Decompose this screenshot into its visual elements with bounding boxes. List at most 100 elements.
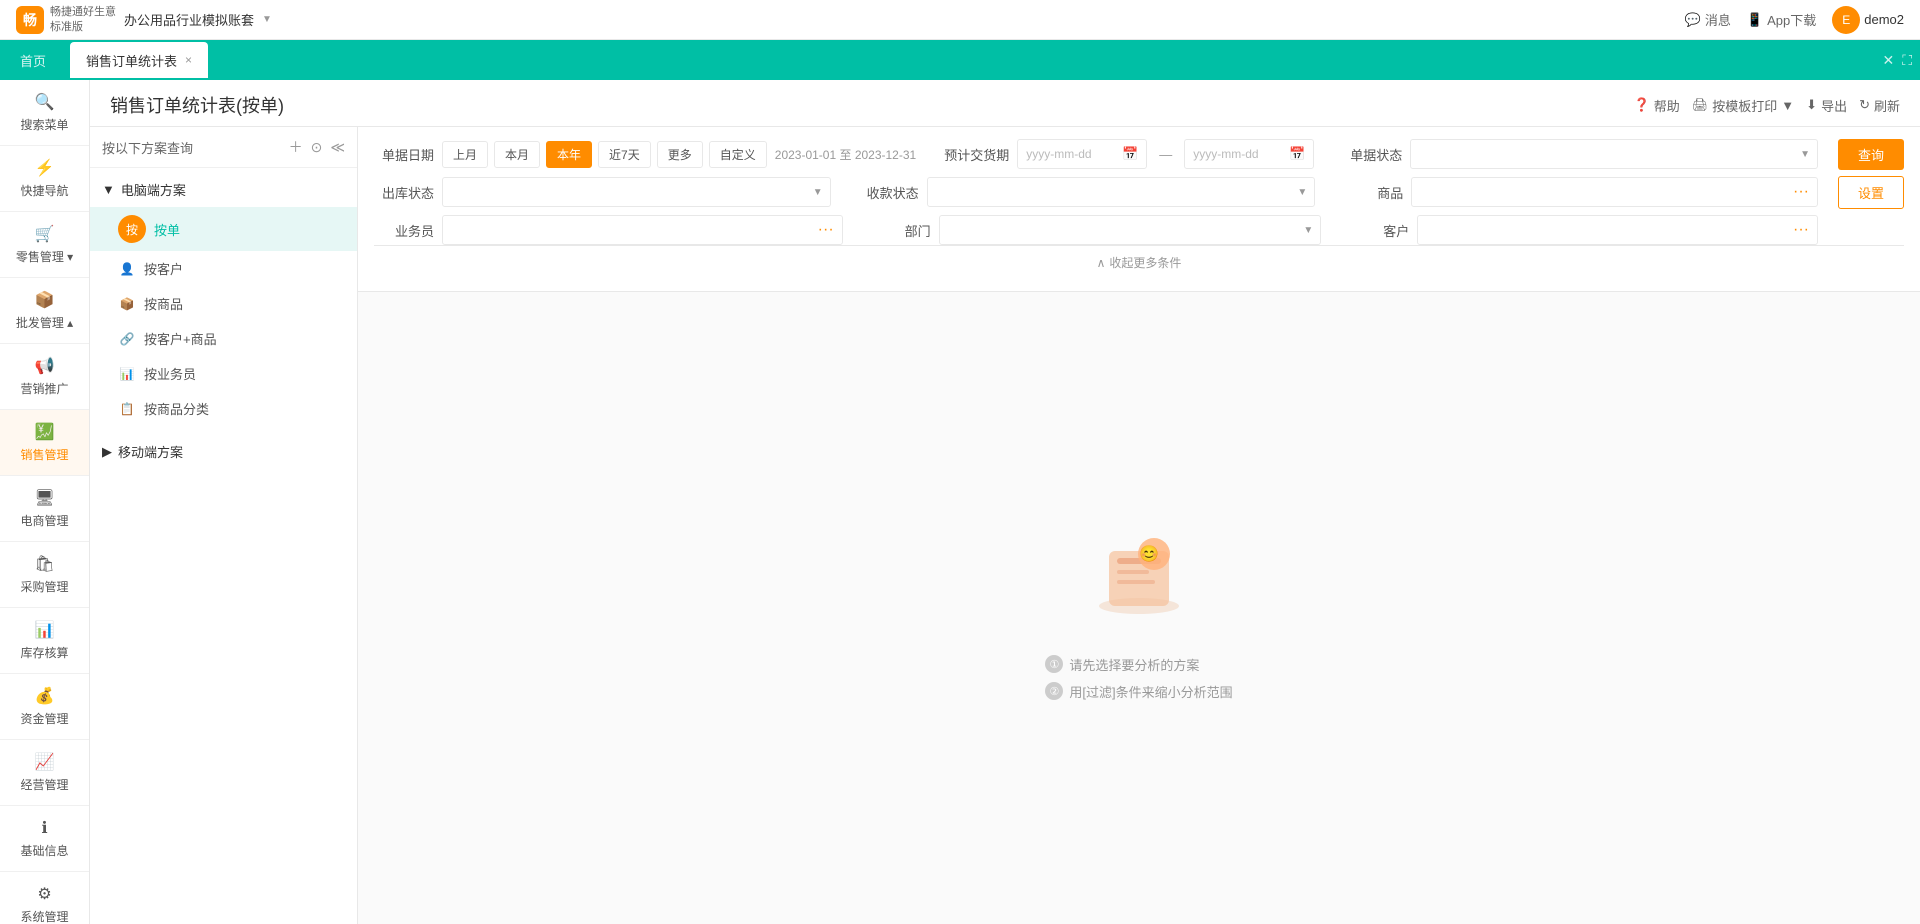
collapse-panel-button[interactable]: ≪ bbox=[330, 139, 345, 156]
tab-home[interactable]: 首页 bbox=[0, 40, 66, 80]
date-btn-7days[interactable]: 近7天 bbox=[598, 141, 651, 168]
salesperson-input[interactable]: ··· bbox=[442, 215, 843, 245]
product-more-icon: ··· bbox=[1793, 183, 1809, 201]
page-title: 销售订单统计表(按单) bbox=[110, 92, 284, 118]
scheme-item-by-product[interactable]: 📦 按商品 bbox=[90, 286, 357, 321]
customer-input[interactable]: ··· bbox=[1417, 215, 1818, 245]
scheme-product-icon: 📦 bbox=[118, 295, 136, 313]
payment-select[interactable] bbox=[927, 177, 1316, 207]
avatar: E bbox=[1832, 6, 1860, 34]
customer-more-icon: ··· bbox=[1793, 221, 1809, 239]
page-header: 销售订单统计表(按单) ❓ 帮助 🖨 按模板打印 ▼ ⬇ 导出 ↻ 刷新 bbox=[90, 80, 1920, 127]
sidebar-item-shortcuts[interactable]: ⚡ 快捷导航 bbox=[0, 146, 89, 212]
page-actions: ❓ 帮助 🖨 按模板打印 ▼ ⬇ 导出 ↻ 刷新 bbox=[1634, 96, 1900, 115]
shipping-label: 出库状态 bbox=[374, 183, 434, 202]
department-select[interactable] bbox=[939, 215, 1322, 245]
sidebar-item-search[interactable]: 🔍 搜索菜单 bbox=[0, 80, 89, 146]
scheme-group-desktop: ▼ 电脑端方案 按 按单 👤 按客户 📦 按商品 bbox=[90, 168, 357, 430]
scheme-item-by-salesperson[interactable]: 📊 按业务员 bbox=[90, 356, 357, 391]
scheme-item-by-customer[interactable]: 👤 按客户 bbox=[90, 251, 357, 286]
sidebar-item-sales[interactable]: 💹 销售管理 bbox=[0, 410, 89, 476]
finance-icon: 💰 bbox=[35, 686, 55, 706]
app-download-button[interactable]: 📱 App下载 bbox=[1747, 10, 1816, 29]
date-range-hint: 2023-01-01 至 2023-12-31 bbox=[775, 146, 916, 163]
app-dropdown-arrow[interactable]: ▼ bbox=[262, 14, 272, 25]
shipping-select[interactable] bbox=[442, 177, 831, 207]
date-label: 单据日期 bbox=[374, 145, 434, 164]
basic-icon: ℹ bbox=[41, 818, 47, 838]
purchase-icon: 🛍 bbox=[34, 554, 54, 574]
sidebar-item-ecommerce[interactable]: 🖥 电商管理 bbox=[0, 476, 89, 542]
date-btn-custom[interactable]: 自定义 bbox=[709, 141, 767, 168]
filter-area: 单据日期 上月 本月 本年 近7天 更多 自定义 2023-01-01 至 20… bbox=[358, 127, 1920, 292]
calendar-icon-2: 📅 bbox=[1289, 146, 1305, 162]
product-input[interactable]: ··· bbox=[1411, 177, 1818, 207]
logo-text: 畅捷通好生意 标准版 bbox=[50, 5, 116, 34]
empty-illustration: 😊 bbox=[1079, 516, 1199, 639]
wholesale-icon: 📦 bbox=[35, 290, 55, 310]
retail-icon: 🛒 bbox=[35, 224, 55, 244]
scheme-item-by-category[interactable]: 📋 按商品分类 bbox=[90, 391, 357, 426]
sidebar-item-finance[interactable]: 💰 资金管理 bbox=[0, 674, 89, 740]
sidebar-item-system[interactable]: ⚙ 系统管理 bbox=[0, 872, 89, 924]
scheme-custprod-icon: 🔗 bbox=[118, 330, 136, 348]
expected-date-end[interactable]: yyyy-mm-dd 📅 bbox=[1184, 139, 1314, 169]
content-body: 按以下方案查询 ＋ ⊙ ≪ ▼ 电脑端方案 按 按单 bbox=[90, 127, 1920, 924]
empty-tip-1: ① 请先选择要分析的方案 bbox=[1045, 655, 1232, 674]
right-panel: 单据日期 上月 本月 本年 近7天 更多 自定义 2023-01-01 至 20… bbox=[358, 127, 1920, 924]
message-icon: 💬 bbox=[1685, 12, 1701, 28]
sidebar-item-marketing[interactable]: 📢 营销推广 bbox=[0, 344, 89, 410]
status-select[interactable] bbox=[1410, 139, 1818, 169]
scheme-item-by-order[interactable]: 按 按单 bbox=[90, 207, 357, 251]
query-button[interactable]: 查询 bbox=[1838, 139, 1904, 170]
sidebar: 🔍 搜索菜单 ⚡ 快捷导航 🛒 零售管理 ▾ 📦 批发管理 ▴ 📢 营销推广 💹… bbox=[0, 80, 90, 924]
refresh-button[interactable]: ↻ 刷新 bbox=[1859, 96, 1900, 115]
scheme-sales-icon: 📊 bbox=[118, 365, 136, 383]
empty-state: 😊 ① 请先选择要分析的方案 ② 用[过滤]条件来缩小分析范围 bbox=[358, 292, 1920, 924]
scheme-group-arrow-mobile: ▶ bbox=[102, 444, 112, 460]
empty-tips: ① 请先选择要分析的方案 ② 用[过滤]条件来缩小分析范围 bbox=[1045, 655, 1232, 701]
marketing-icon: 📢 bbox=[35, 356, 55, 376]
sidebar-item-purchase[interactable]: 🛍 采购管理 bbox=[0, 542, 89, 608]
export-icon: ⬇ bbox=[1806, 97, 1817, 113]
tab-close-button[interactable]: × bbox=[185, 53, 192, 67]
window-maximize-icon[interactable]: ⛶ bbox=[1902, 52, 1912, 69]
user-profile[interactable]: E demo2 bbox=[1832, 6, 1904, 34]
collapse-bar[interactable]: ∧ 收起更多条件 bbox=[374, 245, 1904, 279]
sidebar-item-management[interactable]: 📈 经营管理 bbox=[0, 740, 89, 806]
setting-button[interactable]: 设置 bbox=[1838, 176, 1904, 209]
placeholder-text2: yyyy-mm-dd bbox=[1193, 147, 1258, 161]
help-icon: ❓ bbox=[1634, 97, 1650, 113]
tip-num-2: ② bbox=[1045, 682, 1063, 700]
date-btn-last-month[interactable]: 上月 bbox=[442, 141, 488, 168]
salesperson-label: 业务员 bbox=[374, 221, 434, 240]
print-button[interactable]: 🖨 按模板打印 ▼ bbox=[1692, 96, 1794, 115]
system-icon: ⚙ bbox=[37, 884, 51, 904]
scheme-customer-icon: 👤 bbox=[118, 260, 136, 278]
logo-icon: 畅 bbox=[16, 6, 44, 34]
export-button[interactable]: ⬇ 导出 bbox=[1806, 96, 1847, 115]
scheme-group-header-mobile[interactable]: ▶ 移动端方案 bbox=[90, 434, 357, 469]
sidebar-item-wholesale[interactable]: 📦 批发管理 ▴ bbox=[0, 278, 89, 344]
settings-scheme-button[interactable]: ⊙ bbox=[311, 139, 323, 156]
expected-date-start[interactable]: yyyy-mm-dd 📅 bbox=[1017, 139, 1147, 169]
sidebar-item-inventory[interactable]: 📊 库存核算 bbox=[0, 608, 89, 674]
scheme-item-by-customer-product[interactable]: 🔗 按客户+商品 bbox=[90, 321, 357, 356]
add-scheme-button[interactable]: ＋ bbox=[289, 137, 303, 157]
sales-icon: 💹 bbox=[35, 422, 55, 442]
date-btn-more[interactable]: 更多 bbox=[657, 141, 703, 168]
top-bar-right: 💬 消息 📱 App下载 E demo2 bbox=[1685, 6, 1904, 34]
sidebar-item-retail[interactable]: 🛒 零售管理 ▾ bbox=[0, 212, 89, 278]
sidebar-item-basic[interactable]: ℹ 基础信息 bbox=[0, 806, 89, 872]
scheme-group-header-desktop[interactable]: ▼ 电脑端方案 bbox=[90, 172, 357, 207]
management-icon: 📈 bbox=[35, 752, 55, 772]
tab-sales-order[interactable]: 销售订单统计表 × bbox=[70, 42, 208, 78]
date-btn-this-month[interactable]: 本月 bbox=[494, 141, 540, 168]
message-button[interactable]: 💬 消息 bbox=[1685, 10, 1731, 29]
help-button[interactable]: ❓ 帮助 bbox=[1634, 96, 1680, 115]
date-btn-this-year[interactable]: 本年 bbox=[546, 141, 592, 168]
collapse-icon: ∧ bbox=[1097, 256, 1106, 270]
scheme-category-icon: 📋 bbox=[118, 400, 136, 418]
window-close-icon[interactable]: ✕ bbox=[1882, 52, 1894, 69]
date-separator: — bbox=[1159, 147, 1172, 162]
